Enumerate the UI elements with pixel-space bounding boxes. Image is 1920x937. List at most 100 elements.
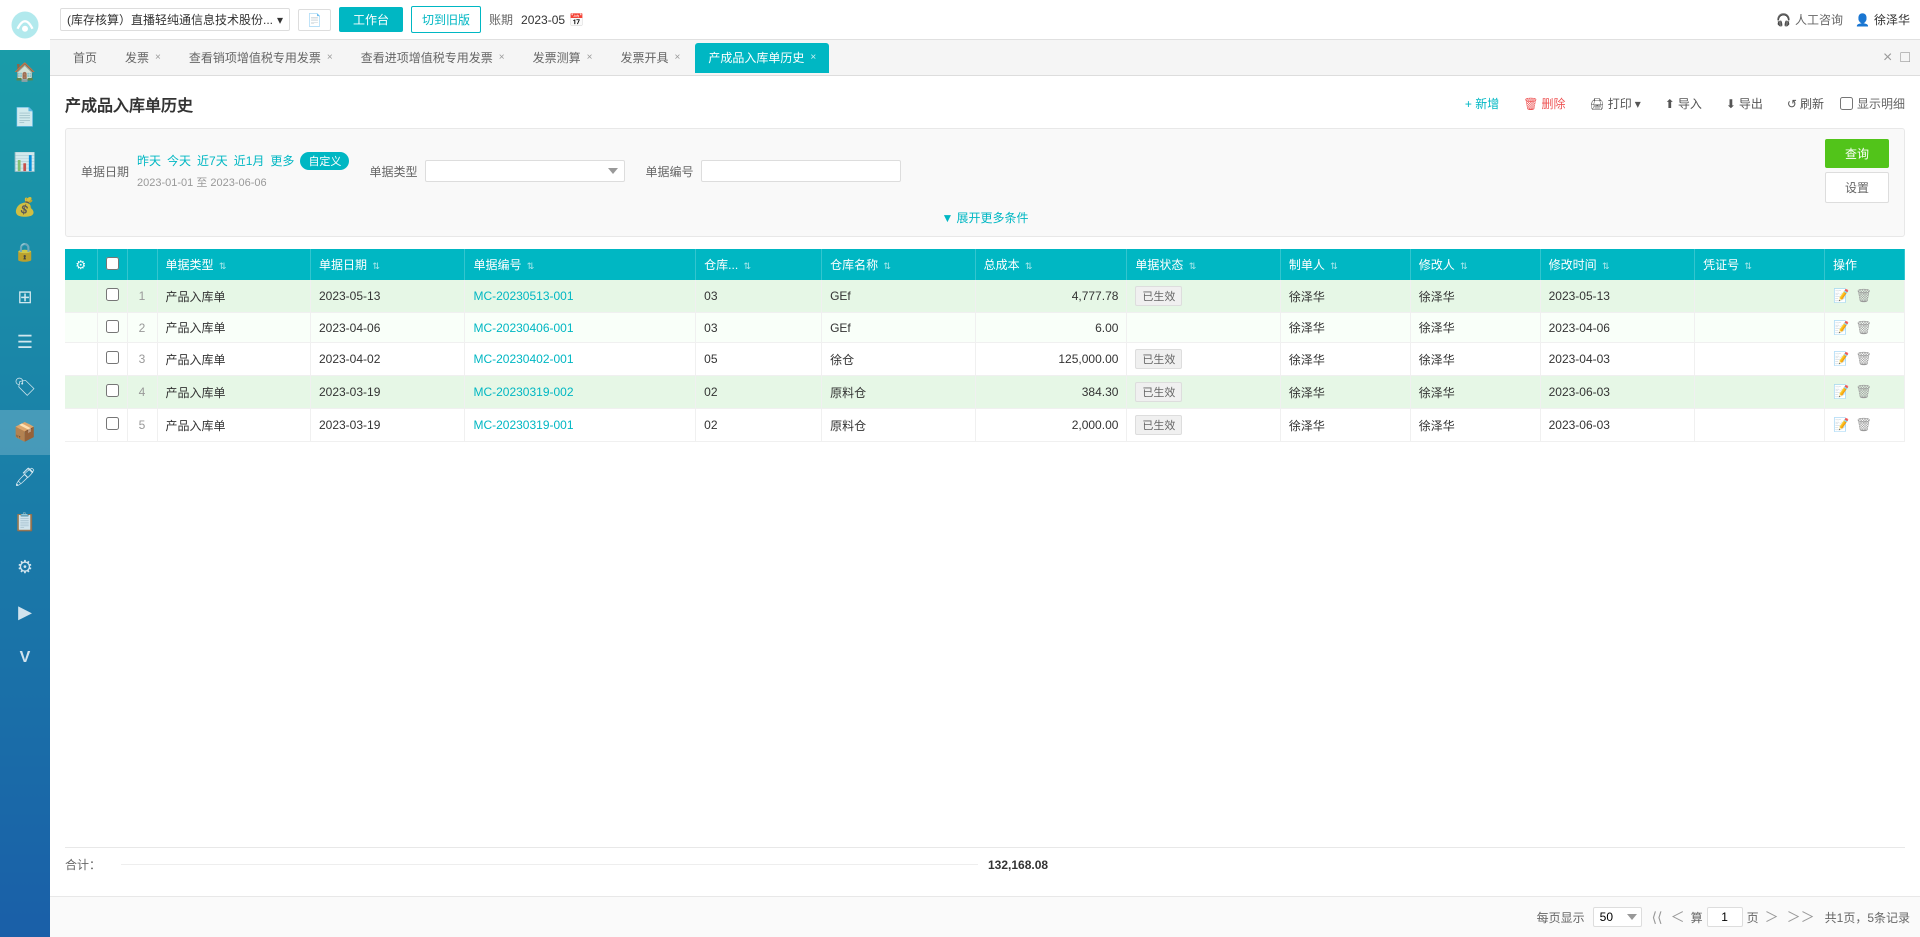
date-link-yesterday[interactable]: 昨天 bbox=[137, 152, 161, 170]
row-checkbox[interactable] bbox=[106, 351, 119, 364]
tab-invoice-open[interactable]: 发票开具 × bbox=[607, 43, 693, 73]
edit-icon[interactable]: 📝 bbox=[1833, 288, 1849, 304]
tab-invoice-calc[interactable]: 发票测算 × bbox=[520, 43, 606, 73]
delete-row-icon[interactable]: 🗑 bbox=[1855, 288, 1872, 304]
type-filter-select[interactable] bbox=[425, 160, 625, 182]
refresh-button[interactable]: ↺ 刷新 bbox=[1779, 91, 1832, 116]
doc-button[interactable]: 📄 bbox=[298, 9, 331, 31]
cell-checkbox[interactable] bbox=[97, 409, 127, 442]
display-detail-toggle[interactable]: 显示明细 bbox=[1840, 95, 1905, 112]
cell-checkbox[interactable] bbox=[97, 280, 127, 313]
company-selector[interactable]: (库存核算）直播轻纯通信息技术股份... ▾ bbox=[60, 8, 290, 31]
period-selector[interactable]: 2023-05 📅 bbox=[521, 13, 584, 27]
col-voucher[interactable]: 凭证号 ⇅ bbox=[1695, 249, 1825, 280]
col-checkbox[interactable] bbox=[97, 249, 127, 280]
display-detail-checkbox[interactable] bbox=[1840, 97, 1853, 110]
print-button[interactable]: 🖨 打印 ▾ bbox=[1581, 91, 1648, 116]
sidebar-item-home[interactable]: 🏠 bbox=[0, 50, 50, 95]
date-link-more[interactable]: 更多 bbox=[270, 152, 294, 170]
sidebar-item-money[interactable]: 💰 bbox=[0, 185, 50, 230]
col-number[interactable]: 单据编号 ⇅ bbox=[465, 249, 696, 280]
sidebar-item-invoice[interactable]: 📄 bbox=[0, 95, 50, 140]
sidebar-item-warehouse[interactable]: 📦 bbox=[0, 410, 50, 455]
sidebar-item-tag[interactable]: 🏷 bbox=[0, 365, 50, 410]
date-tag-custom[interactable]: 自定义 bbox=[300, 152, 349, 170]
version-button[interactable]: 切到旧版 bbox=[411, 6, 481, 33]
last-page-button[interactable]: ＞＞ bbox=[1785, 905, 1817, 929]
row-checkbox[interactable] bbox=[106, 288, 119, 301]
cell-number[interactable]: MC-20230319-001 bbox=[465, 409, 696, 442]
col-warehouse-code[interactable]: 仓库... ⇅ bbox=[696, 249, 822, 280]
cell-number[interactable]: MC-20230513-001 bbox=[465, 280, 696, 313]
cell-checkbox[interactable] bbox=[97, 313, 127, 343]
number-link[interactable]: MC-20230406-001 bbox=[473, 321, 573, 335]
number-link[interactable]: MC-20230402-001 bbox=[473, 352, 573, 366]
number-link[interactable]: MC-20230513-001 bbox=[473, 289, 573, 303]
number-link[interactable]: MC-20230319-001 bbox=[473, 418, 573, 432]
col-modifier[interactable]: 修改人 ⇅ bbox=[1410, 249, 1540, 280]
tab-vat-input[interactable]: 查看进项增值税专用发票 × bbox=[348, 43, 518, 73]
row-checkbox[interactable] bbox=[106, 384, 119, 397]
select-all-checkbox[interactable] bbox=[106, 257, 119, 270]
tab-vat-output-close[interactable]: × bbox=[327, 52, 333, 63]
edit-icon[interactable]: 📝 bbox=[1833, 417, 1849, 433]
sidebar-item-list[interactable]: ☰ bbox=[0, 320, 50, 365]
cell-checkbox[interactable] bbox=[97, 376, 127, 409]
export-button[interactable]: ⬇ 导出 bbox=[1718, 91, 1771, 116]
edit-icon[interactable]: 📝 bbox=[1833, 384, 1849, 400]
sidebar-item-stamp[interactable]: 🖊 bbox=[0, 455, 50, 500]
col-type[interactable]: 单据类型 ⇅ bbox=[157, 249, 310, 280]
row-checkbox[interactable] bbox=[106, 320, 119, 333]
tab-invoice-close[interactable]: × bbox=[155, 52, 161, 63]
delete-button[interactable]: 🗑 删除 bbox=[1515, 91, 1573, 116]
import-button[interactable]: ⬆ 导入 bbox=[1657, 91, 1710, 116]
maximize-window-button[interactable]: □ bbox=[1900, 49, 1910, 67]
workbench-button[interactable]: 工作台 bbox=[339, 7, 403, 32]
col-status[interactable]: 单据状态 ⇅ bbox=[1127, 249, 1280, 280]
sidebar-item-lock[interactable]: 🔒 bbox=[0, 230, 50, 275]
cell-number[interactable]: MC-20230406-001 bbox=[465, 313, 696, 343]
sidebar-item-grid[interactable]: ⊞ bbox=[0, 275, 50, 320]
expand-button[interactable]: ▼ 展开更多条件 bbox=[942, 209, 1029, 226]
sidebar-item-report[interactable]: 📋 bbox=[0, 500, 50, 545]
service-button[interactable]: 🎧 人工咨询 bbox=[1776, 11, 1843, 28]
col-settings[interactable]: ⚙ bbox=[65, 249, 97, 280]
col-creator[interactable]: 制单人 ⇅ bbox=[1280, 249, 1410, 280]
sidebar-item-play[interactable]: ▶ bbox=[0, 590, 50, 635]
query-button[interactable]: 查询 bbox=[1825, 139, 1889, 168]
delete-row-icon[interactable]: 🗑 bbox=[1855, 417, 1872, 433]
col-modify-time[interactable]: 修改时间 ⇅ bbox=[1540, 249, 1694, 280]
next-page-button[interactable]: ＞ bbox=[1763, 905, 1781, 929]
tab-vat-input-close[interactable]: × bbox=[499, 52, 505, 63]
first-page-button[interactable]: ⟨⟨ bbox=[1650, 907, 1665, 928]
new-button[interactable]: + 新增 bbox=[1457, 91, 1507, 116]
close-window-button[interactable]: × bbox=[1883, 49, 1892, 67]
edit-icon[interactable]: 📝 bbox=[1833, 351, 1849, 367]
sidebar-item-gear[interactable]: ⚙ bbox=[0, 545, 50, 590]
page-number-input[interactable] bbox=[1707, 907, 1743, 927]
delete-row-icon[interactable]: 🗑 bbox=[1855, 384, 1872, 400]
edit-icon[interactable]: 📝 bbox=[1833, 320, 1849, 336]
delete-row-icon[interactable]: 🗑 bbox=[1855, 351, 1872, 367]
number-filter-input[interactable] bbox=[701, 160, 901, 182]
tab-invoice-calc-close[interactable]: × bbox=[587, 52, 593, 63]
set-button[interactable]: 设置 bbox=[1825, 172, 1889, 203]
tab-invoice[interactable]: 发票 × bbox=[112, 43, 174, 73]
col-total-cost[interactable]: 总成本 ⇅ bbox=[975, 249, 1127, 280]
prev-page-button[interactable]: ＜ bbox=[1669, 905, 1687, 929]
tab-warehouse-history[interactable]: 产成品入库单历史 × bbox=[695, 43, 829, 73]
tab-invoice-open-close[interactable]: × bbox=[674, 52, 680, 63]
tab-home[interactable]: 首页 bbox=[60, 43, 110, 73]
col-warehouse-name[interactable]: 仓库名称 ⇅ bbox=[822, 249, 975, 280]
date-link-7days[interactable]: 近7天 bbox=[197, 152, 228, 170]
tab-vat-output[interactable]: 查看销项增值税专用发票 × bbox=[176, 43, 346, 73]
number-link[interactable]: MC-20230319-002 bbox=[473, 385, 573, 399]
page-size-select[interactable]: 20 50 100 200 bbox=[1593, 907, 1642, 927]
date-link-1month[interactable]: 近1月 bbox=[234, 152, 265, 170]
row-checkbox[interactable] bbox=[106, 417, 119, 430]
date-link-today[interactable]: 今天 bbox=[167, 152, 191, 170]
tab-warehouse-close[interactable]: × bbox=[810, 52, 816, 63]
delete-row-icon[interactable]: 🗑 bbox=[1855, 320, 1872, 336]
cell-number[interactable]: MC-20230319-002 bbox=[465, 376, 696, 409]
sidebar-item-v[interactable]: V bbox=[0, 635, 50, 680]
